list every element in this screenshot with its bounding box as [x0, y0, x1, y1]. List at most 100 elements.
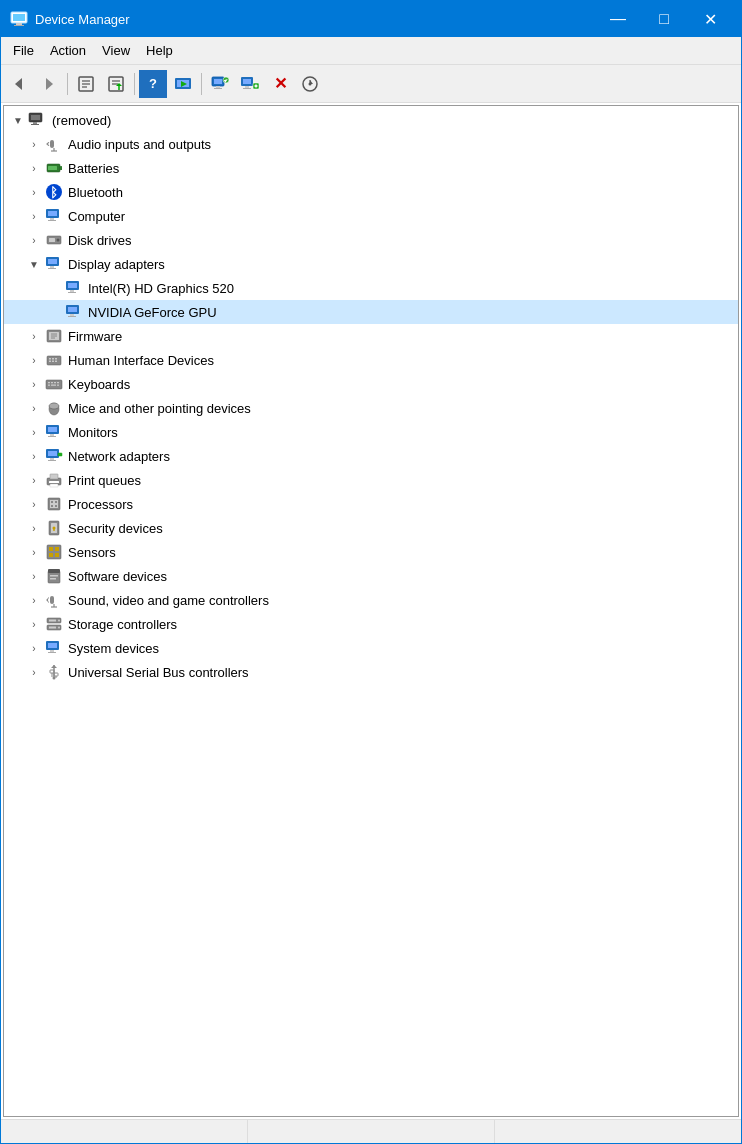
tree-processors[interactable]: › Processors [4, 492, 738, 516]
tree-firmware[interactable]: › Firmware [4, 324, 738, 348]
print-arrow[interactable]: › [24, 470, 44, 490]
network-arrow[interactable]: › [24, 446, 44, 466]
batteries-arrow[interactable]: › [24, 158, 44, 178]
audio-arrow[interactable]: › [24, 134, 44, 154]
menu-view[interactable]: View [94, 40, 138, 61]
svg-rect-114 [55, 547, 59, 551]
tree-print[interactable]: › Print queues [4, 468, 738, 492]
svg-rect-118 [48, 569, 60, 573]
svg-rect-85 [57, 385, 59, 386]
bluetooth-arrow[interactable]: › [24, 182, 44, 202]
sound-label: Sound, video and game controllers [68, 593, 269, 608]
tree-audio[interactable]: › Audio inputs and outputs [4, 132, 738, 156]
svg-rect-57 [48, 268, 56, 269]
security-icon [44, 518, 64, 538]
svg-rect-106 [51, 505, 53, 507]
processors-arrow[interactable]: › [24, 494, 44, 514]
tree-computer[interactable]: › Computer [4, 204, 738, 228]
tree-batteries[interactable]: › Batteries [4, 156, 738, 180]
svg-rect-36 [31, 115, 40, 120]
svg-rect-2 [16, 23, 22, 25]
tree-monitors[interactable]: › Monitors [4, 420, 738, 444]
remove-device-button[interactable]: ✕ [266, 70, 294, 98]
scan-changes-button[interactable] [296, 70, 324, 98]
tree-mice[interactable]: › Mice and other pointing devices [4, 396, 738, 420]
tree-nvidia[interactable]: › NVIDIA GeForce GPU [4, 300, 738, 324]
svg-rect-59 [68, 283, 77, 288]
tree-usb[interactable]: › Universal Serial Bus controllers [4, 660, 738, 684]
run-button[interactable] [169, 70, 197, 98]
help-button[interactable]: ? [139, 70, 167, 98]
tree-hid[interactable]: › Human Interface Devices [4, 348, 738, 372]
tree-sound[interactable]: › Sound, video and game controllers [4, 588, 738, 612]
software-icon [44, 566, 64, 586]
title-bar: Device Manager — □ ✕ [1, 1, 741, 37]
security-arrow[interactable]: › [24, 518, 44, 538]
svg-marker-5 [46, 78, 53, 90]
tree-storage[interactable]: › Storage controllers [4, 612, 738, 636]
menu-help[interactable]: Help [138, 40, 181, 61]
software-arrow[interactable]: › [24, 566, 44, 586]
tree-intel[interactable]: › Intel(R) HD Graphics 520 [4, 276, 738, 300]
maximize-button[interactable]: □ [641, 1, 687, 37]
svg-rect-128 [49, 620, 56, 622]
svg-rect-39 [50, 140, 54, 148]
bluetooth-label: Bluetooth [68, 185, 123, 200]
firmware-arrow[interactable]: › [24, 326, 44, 346]
tree-display[interactable]: ▼ Display adapters [4, 252, 738, 276]
system-arrow[interactable]: › [24, 638, 44, 658]
tree-system[interactable]: › System devices [4, 636, 738, 660]
display-arrow[interactable]: ▼ [24, 254, 44, 274]
scan-button[interactable] [206, 70, 234, 98]
keyboards-arrow[interactable]: › [24, 374, 44, 394]
toolbar: ? [1, 65, 741, 103]
storage-arrow[interactable]: › [24, 614, 44, 634]
monitors-icon [44, 422, 64, 442]
svg-rect-92 [48, 436, 56, 437]
svg-rect-44 [48, 166, 57, 170]
svg-point-34 [309, 82, 312, 85]
print-label: Print queues [68, 473, 141, 488]
svg-rect-84 [51, 385, 56, 386]
tree-keyboards[interactable]: › Keyboards [4, 372, 738, 396]
disk-arrow[interactable]: › [24, 230, 44, 250]
add-device-button[interactable] [236, 70, 264, 98]
forward-button[interactable] [35, 70, 63, 98]
toolbar-separator-1 [67, 73, 68, 95]
mice-arrow[interactable]: › [24, 398, 44, 418]
usb-arrow[interactable]: › [24, 662, 44, 682]
update-driver-button[interactable] [102, 70, 130, 98]
hid-arrow[interactable]: › [24, 350, 44, 370]
disk-label: Disk drives [68, 233, 132, 248]
computer-arrow[interactable]: › [24, 206, 44, 226]
menu-file[interactable]: File [5, 40, 42, 61]
svg-rect-100 [49, 481, 59, 483]
sensors-arrow[interactable]: › [24, 542, 44, 562]
svg-rect-27 [243, 88, 251, 89]
close-button[interactable]: ✕ [687, 1, 733, 37]
device-tree[interactable]: ▼ (removed) › [3, 105, 739, 1117]
tree-sensors[interactable]: › Sensors [4, 540, 738, 564]
svg-rect-111 [53, 528, 54, 531]
security-label: Security devices [68, 521, 163, 536]
svg-rect-105 [55, 501, 57, 503]
sound-arrow[interactable]: › [24, 590, 44, 610]
svg-marker-4 [15, 78, 22, 90]
content-area: ▼ (removed) › [1, 103, 741, 1119]
properties-button[interactable] [72, 70, 100, 98]
tree-software[interactable]: › Software devices [4, 564, 738, 588]
svg-rect-97 [58, 453, 62, 456]
sensors-icon [44, 542, 64, 562]
tree-root[interactable]: ▼ (removed) [4, 108, 738, 132]
svg-rect-113 [49, 547, 53, 551]
monitors-arrow[interactable]: › [24, 422, 44, 442]
tree-network[interactable]: › Network adapters [4, 444, 738, 468]
menu-action[interactable]: Action [42, 40, 94, 61]
minimize-button[interactable]: — [595, 1, 641, 37]
tree-bluetooth[interactable]: › ᛒ Bluetooth [4, 180, 738, 204]
svg-rect-61 [68, 292, 76, 293]
back-button[interactable] [5, 70, 33, 98]
tree-security[interactable]: › Security devices [4, 516, 738, 540]
tree-disk[interactable]: › Disk drives [4, 228, 738, 252]
root-arrow[interactable]: ▼ [8, 110, 28, 130]
